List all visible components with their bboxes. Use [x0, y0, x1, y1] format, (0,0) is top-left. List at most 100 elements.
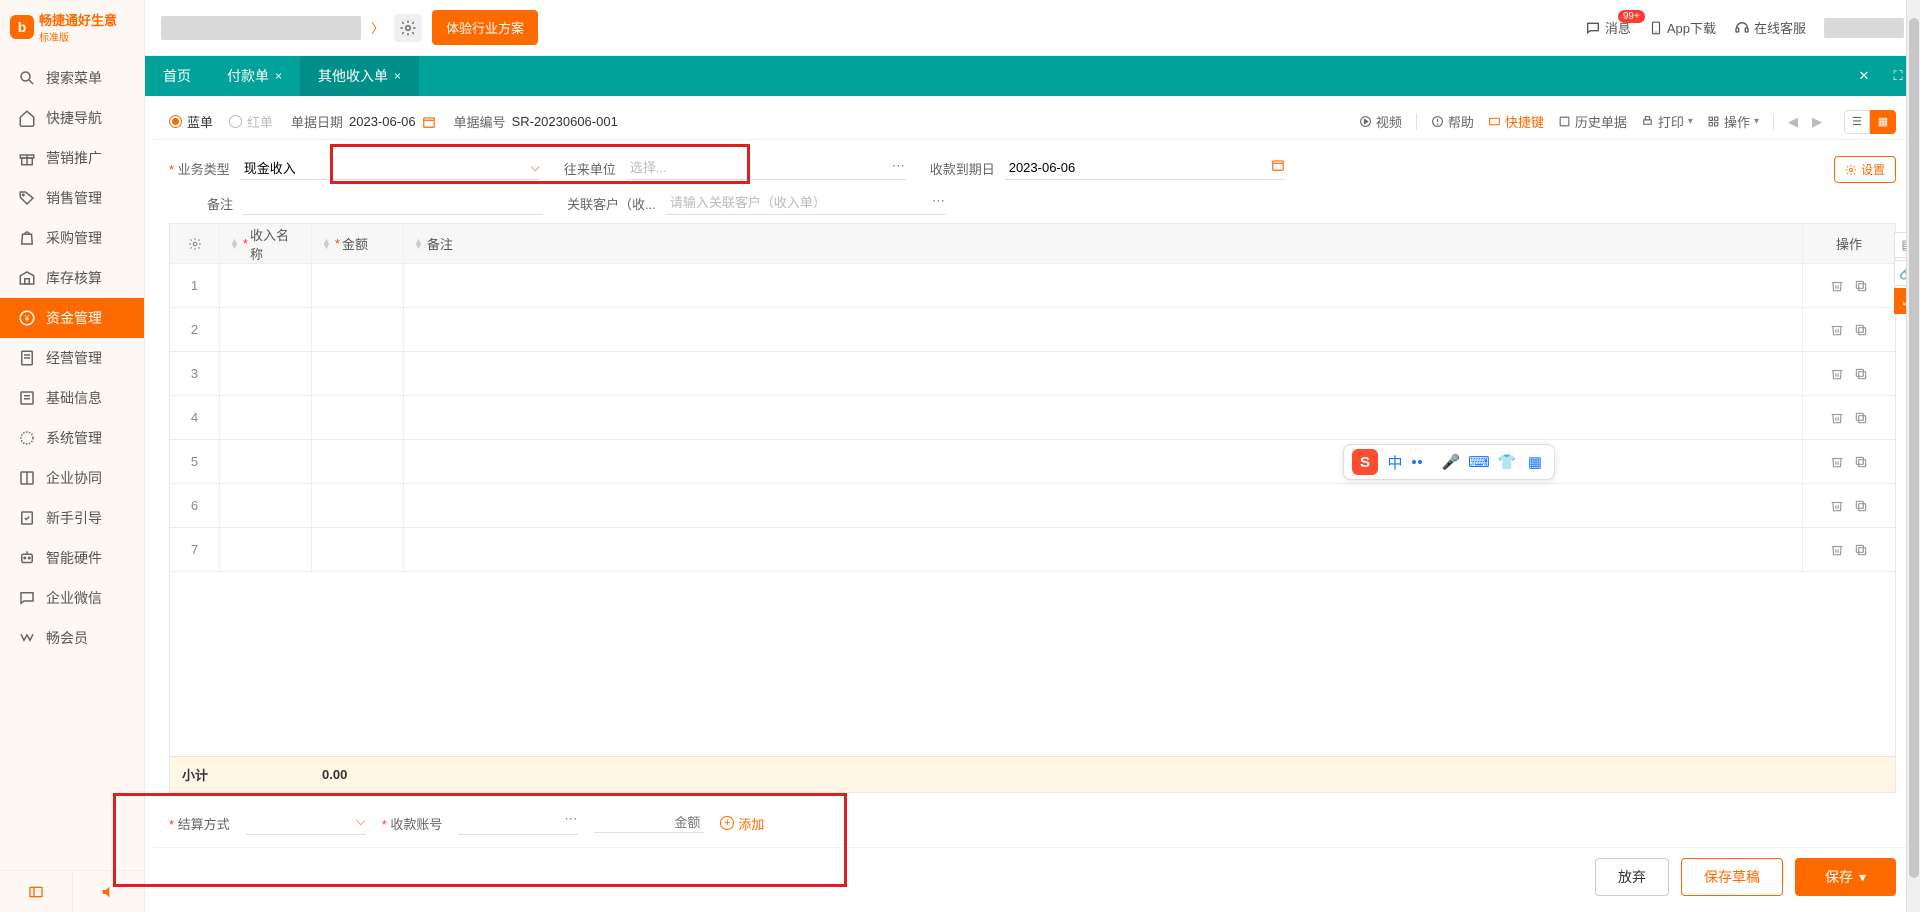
- side-tool-layers[interactable]: ▤: [1894, 232, 1920, 258]
- cell-amount[interactable]: [312, 484, 404, 527]
- table-scrollbar[interactable]: [1912, 453, 1920, 633]
- unit-input[interactable]: [626, 156, 906, 180]
- copy-row-button[interactable]: [1854, 411, 1868, 425]
- close-icon[interactable]: ×: [275, 69, 282, 83]
- cell-amount[interactable]: [312, 308, 404, 351]
- sidebar-expand-button[interactable]: [0, 871, 73, 912]
- biz-type-input[interactable]: [240, 156, 540, 180]
- table-row[interactable]: 4: [170, 396, 1895, 440]
- cell-remark[interactable]: [404, 308, 1803, 351]
- tab-other-income[interactable]: 其他收入单×: [300, 56, 419, 96]
- cell-income-name[interactable]: [220, 396, 312, 439]
- add-settlement-button[interactable]: +添加: [720, 814, 764, 833]
- cell-income-name[interactable]: [220, 264, 312, 307]
- cell-income-name[interactable]: [220, 528, 312, 571]
- ime-punct[interactable]: [1412, 460, 1434, 464]
- copy-row-button[interactable]: [1854, 499, 1868, 513]
- settings-button[interactable]: [394, 14, 422, 42]
- sidebar-item-marketing[interactable]: 营销推广: [0, 138, 144, 178]
- app-download-button[interactable]: App下载: [1649, 18, 1716, 37]
- table-row[interactable]: 6: [170, 484, 1895, 528]
- save-draft-button[interactable]: 保存草稿: [1681, 858, 1783, 896]
- tab-fullscreen-button[interactable]: ⛶: [1884, 62, 1912, 90]
- experience-button[interactable]: 体验行业方案: [432, 10, 538, 45]
- discard-button[interactable]: 放弃: [1595, 858, 1669, 896]
- col-amount[interactable]: ▲▼*金额: [312, 224, 404, 263]
- delete-row-button[interactable]: [1830, 411, 1844, 425]
- cell-income-name[interactable]: [220, 308, 312, 351]
- sidebar-item-collab[interactable]: 企业协同: [0, 458, 144, 498]
- cell-remark[interactable]: [404, 484, 1803, 527]
- org-dropdown-caret[interactable]: 〉: [371, 18, 384, 37]
- delete-row-button[interactable]: [1830, 499, 1844, 513]
- ellipsis-icon[interactable]: ⋯: [932, 193, 946, 209]
- sidebar-item-operating[interactable]: 经营管理: [0, 338, 144, 378]
- tab-payment[interactable]: 付款单×: [209, 56, 300, 96]
- cell-remark[interactable]: [404, 264, 1803, 307]
- copy-row-button[interactable]: [1854, 367, 1868, 381]
- ime-toolbar[interactable]: S 中 🎤 ⌨ 👕 ▦: [1343, 444, 1555, 480]
- delete-row-button[interactable]: [1830, 323, 1844, 337]
- cell-income-name[interactable]: [220, 484, 312, 527]
- radio-blue[interactable]: 蓝单: [169, 112, 213, 131]
- rel-customer-input[interactable]: [666, 191, 946, 215]
- sidebar-sound-button[interactable]: [73, 871, 145, 912]
- help-button[interactable]: 帮助: [1431, 112, 1474, 131]
- sidebar-item-quick-nav[interactable]: 快捷导航: [0, 98, 144, 138]
- cell-remark[interactable]: [404, 440, 1803, 483]
- sidebar-item-member[interactable]: 畅会员: [0, 618, 144, 658]
- copy-row-button[interactable]: [1854, 323, 1868, 337]
- cell-remark[interactable]: [404, 528, 1803, 571]
- view-card-button[interactable]: ▦: [1870, 110, 1896, 134]
- customer-service-button[interactable]: 在线客服: [1734, 18, 1806, 37]
- ime-toolbox-icon[interactable]: ▦: [1524, 453, 1546, 471]
- view-list-button[interactable]: ☰: [1844, 110, 1870, 134]
- tab-close-all-button[interactable]: ✕: [1850, 62, 1878, 90]
- delete-row-button[interactable]: [1830, 543, 1844, 557]
- remark-input[interactable]: [243, 191, 543, 215]
- radio-red[interactable]: 红单: [229, 112, 273, 131]
- setup-button[interactable]: 设置: [1834, 156, 1896, 183]
- messages-button[interactable]: 消息 99+: [1585, 18, 1631, 37]
- settlement-amount-input[interactable]: [594, 813, 704, 833]
- due-date-input[interactable]: [1005, 156, 1285, 180]
- cell-amount[interactable]: [312, 440, 404, 483]
- copy-row-button[interactable]: [1854, 543, 1868, 557]
- sidebar-item-purchase[interactable]: 采购管理: [0, 218, 144, 258]
- calendar-icon[interactable]: [1271, 158, 1285, 172]
- sidebar-item-sales[interactable]: 销售管理: [0, 178, 144, 218]
- ime-lang[interactable]: 中: [1384, 452, 1406, 473]
- cell-income-name[interactable]: [220, 440, 312, 483]
- sidebar-item-funds[interactable]: ¥资金管理: [0, 298, 144, 338]
- sidebar-item-search-menu[interactable]: 搜索菜单: [0, 58, 144, 98]
- shortcut-button[interactable]: 快捷键: [1488, 112, 1544, 131]
- sidebar-item-inventory[interactable]: 库存核算: [0, 258, 144, 298]
- table-row[interactable]: 2: [170, 308, 1895, 352]
- close-icon[interactable]: ×: [394, 69, 401, 83]
- cell-amount[interactable]: [312, 528, 404, 571]
- video-button[interactable]: 视频: [1359, 112, 1402, 131]
- copy-row-button[interactable]: [1854, 455, 1868, 469]
- print-button[interactable]: 打印▾: [1641, 112, 1693, 131]
- save-button[interactable]: 保存▾: [1795, 858, 1896, 896]
- calendar-icon[interactable]: [422, 115, 436, 129]
- sidebar-item-wechat[interactable]: 企业微信: [0, 578, 144, 618]
- side-tool-expand[interactable]: ⤢: [1894, 288, 1920, 314]
- cell-amount[interactable]: [312, 352, 404, 395]
- sidebar-item-baseinfo[interactable]: 基础信息: [0, 378, 144, 418]
- history-button[interactable]: 历史单据: [1558, 112, 1627, 131]
- cell-remark[interactable]: [404, 352, 1803, 395]
- next-doc-button[interactable]: ▶: [1812, 114, 1822, 130]
- ime-skin-icon[interactable]: 👕: [1496, 453, 1518, 471]
- col-income-name[interactable]: ▲▼*收入名称: [220, 224, 312, 263]
- copy-row-button[interactable]: [1854, 279, 1868, 293]
- sidebar-item-hardware[interactable]: 智能硬件: [0, 538, 144, 578]
- col-remark[interactable]: ▲▼备注: [404, 224, 1803, 263]
- settlement-method-select[interactable]: ⌵: [246, 811, 366, 835]
- action-button[interactable]: 操作▾: [1707, 112, 1759, 131]
- col-gear[interactable]: [170, 224, 220, 263]
- prev-doc-button[interactable]: ◀: [1788, 114, 1798, 130]
- cell-amount[interactable]: [312, 396, 404, 439]
- sidebar-item-system[interactable]: 系统管理: [0, 418, 144, 458]
- cell-remark[interactable]: [404, 396, 1803, 439]
